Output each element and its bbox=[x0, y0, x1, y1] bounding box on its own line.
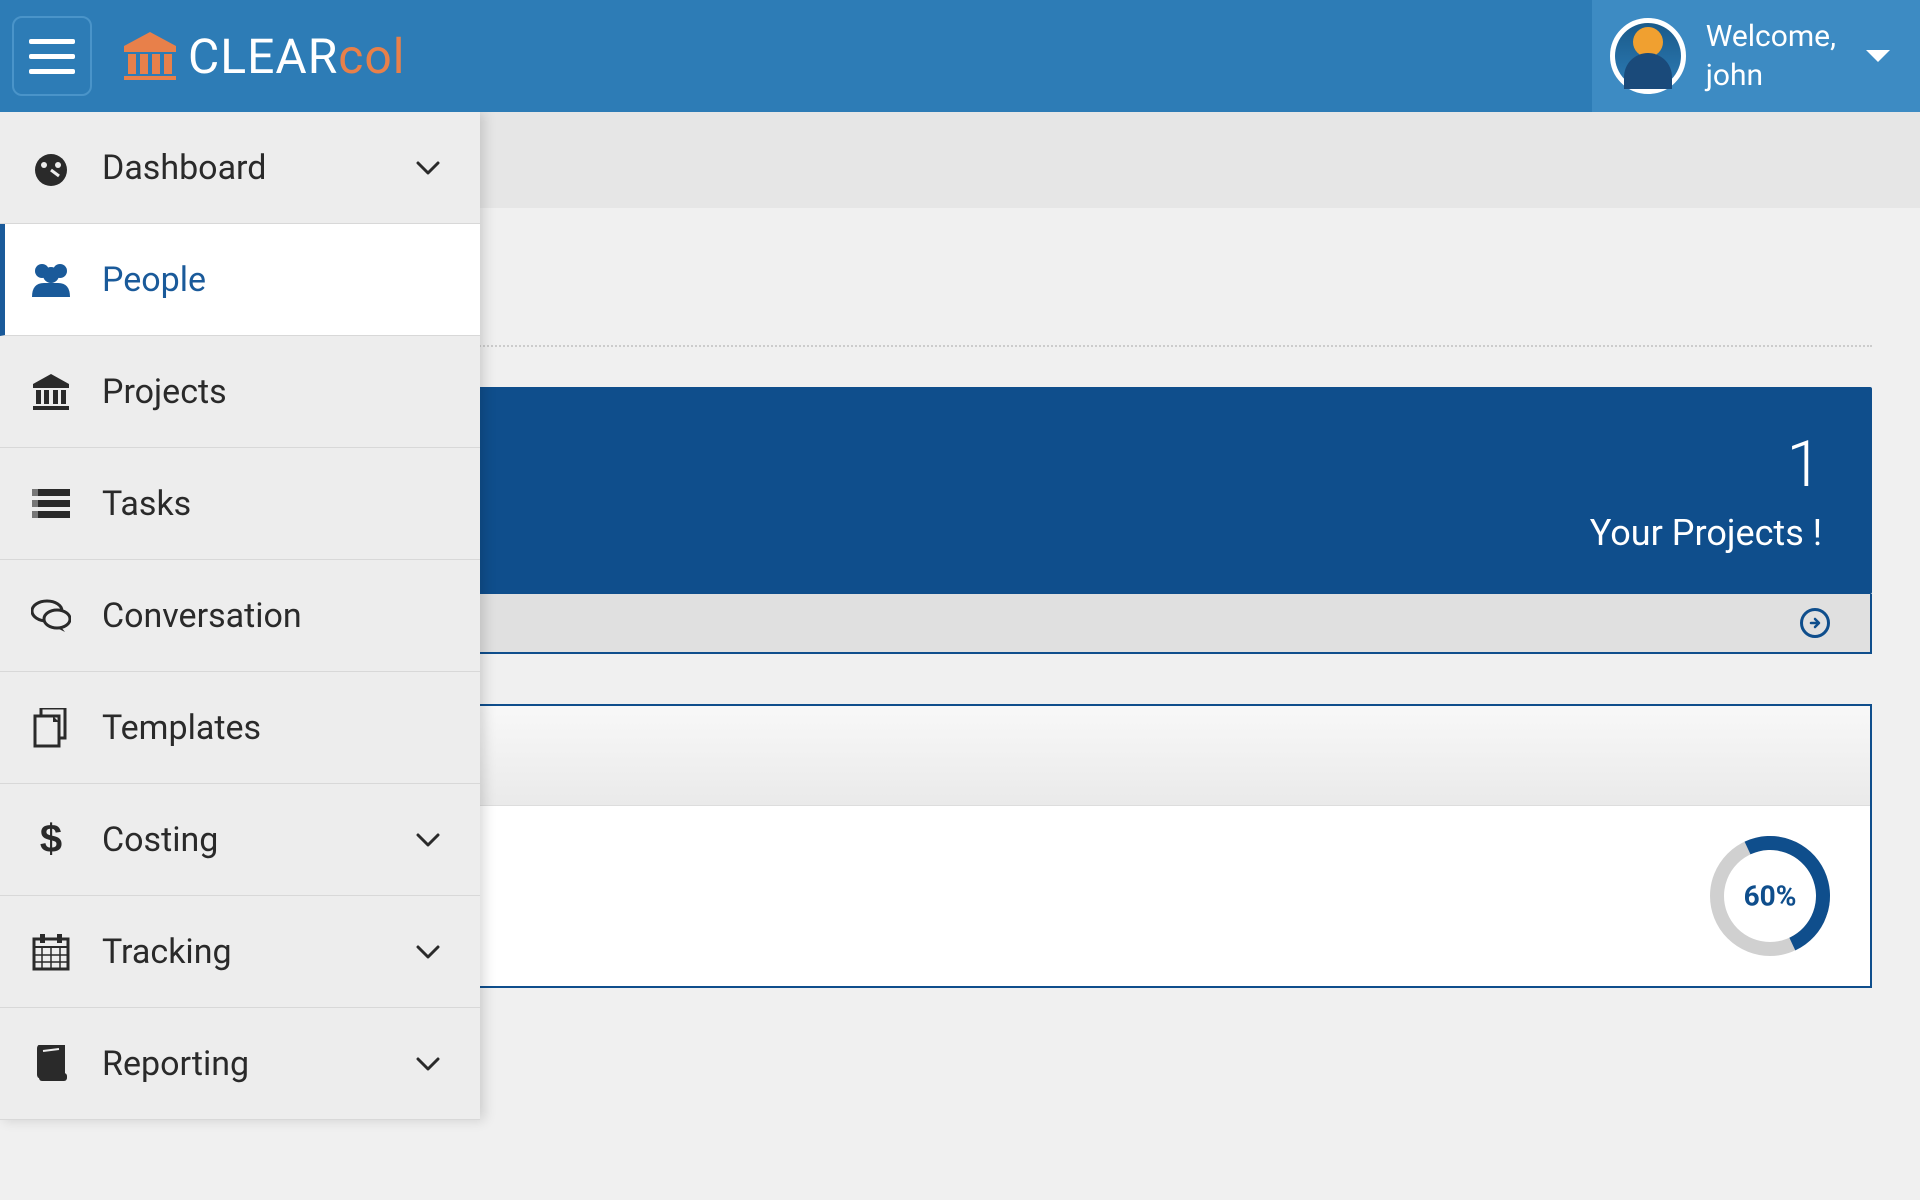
chevron-down-icon bbox=[416, 945, 440, 959]
sidebar-item-label: Costing bbox=[102, 820, 218, 860]
brand-logo[interactable]: CLEARcol bbox=[122, 28, 405, 85]
sidebar-item-dashboard[interactable]: Dashboard bbox=[0, 112, 480, 224]
arrow-right-circle-icon bbox=[1800, 608, 1830, 638]
chat-icon bbox=[28, 593, 74, 639]
sidebar-item-label: Tracking bbox=[102, 932, 232, 972]
avatar bbox=[1610, 18, 1686, 94]
hamburger-menu-button[interactable] bbox=[12, 16, 92, 96]
sidebar-item-label: Projects bbox=[102, 372, 227, 412]
svg-text:$: $ bbox=[40, 820, 62, 860]
chevron-down-icon bbox=[416, 161, 440, 175]
sidebar-item-costing[interactable]: $ Costing bbox=[0, 784, 480, 896]
progress-gauge: 60% bbox=[1710, 836, 1830, 956]
bank-icon bbox=[122, 32, 178, 80]
list-icon bbox=[28, 481, 74, 527]
hamburger-icon bbox=[29, 39, 75, 44]
calendar-icon bbox=[28, 929, 74, 975]
sidebar-item-label: Tasks bbox=[102, 484, 191, 524]
sidebar-item-label: Templates bbox=[102, 708, 261, 748]
chevron-down-icon bbox=[416, 1057, 440, 1071]
sidebar-item-label: People bbox=[102, 260, 206, 300]
sidebar-item-label: Reporting bbox=[102, 1044, 249, 1084]
sidebar-item-templates[interactable]: Templates bbox=[0, 672, 480, 784]
gauge-percent: 60% bbox=[1744, 880, 1797, 913]
brand-name: CLEARcol bbox=[188, 28, 405, 85]
sidebar-item-projects[interactable]: Projects bbox=[0, 336, 480, 448]
copy-icon bbox=[28, 705, 74, 751]
chevron-down-icon bbox=[416, 833, 440, 847]
bank-icon bbox=[28, 369, 74, 415]
sidebar-item-label: Dashboard bbox=[102, 148, 266, 188]
book-icon bbox=[28, 1041, 74, 1087]
sidebar-item-people[interactable]: People bbox=[0, 224, 480, 336]
sidebar-item-label: Conversation bbox=[102, 596, 302, 636]
welcome-text: Welcome, john bbox=[1706, 17, 1836, 95]
users-icon bbox=[28, 257, 74, 303]
sidebar-item-tasks[interactable]: Tasks bbox=[0, 448, 480, 560]
user-menu[interactable]: Welcome, john bbox=[1592, 0, 1920, 112]
gauge-icon bbox=[28, 145, 74, 191]
sidebar-item-tracking[interactable]: Tracking bbox=[0, 896, 480, 1008]
sidebar-item-conversation[interactable]: Conversation bbox=[0, 560, 480, 672]
sidebar: Dashboard People Projects Tasks Conversation… bbox=[0, 112, 480, 1120]
sidebar-item-reporting[interactable]: Reporting bbox=[0, 1008, 480, 1120]
chevron-down-icon bbox=[1866, 50, 1890, 62]
dollar-icon: $ bbox=[28, 817, 74, 863]
app-header: CLEARcol Welcome, john bbox=[0, 0, 1920, 112]
